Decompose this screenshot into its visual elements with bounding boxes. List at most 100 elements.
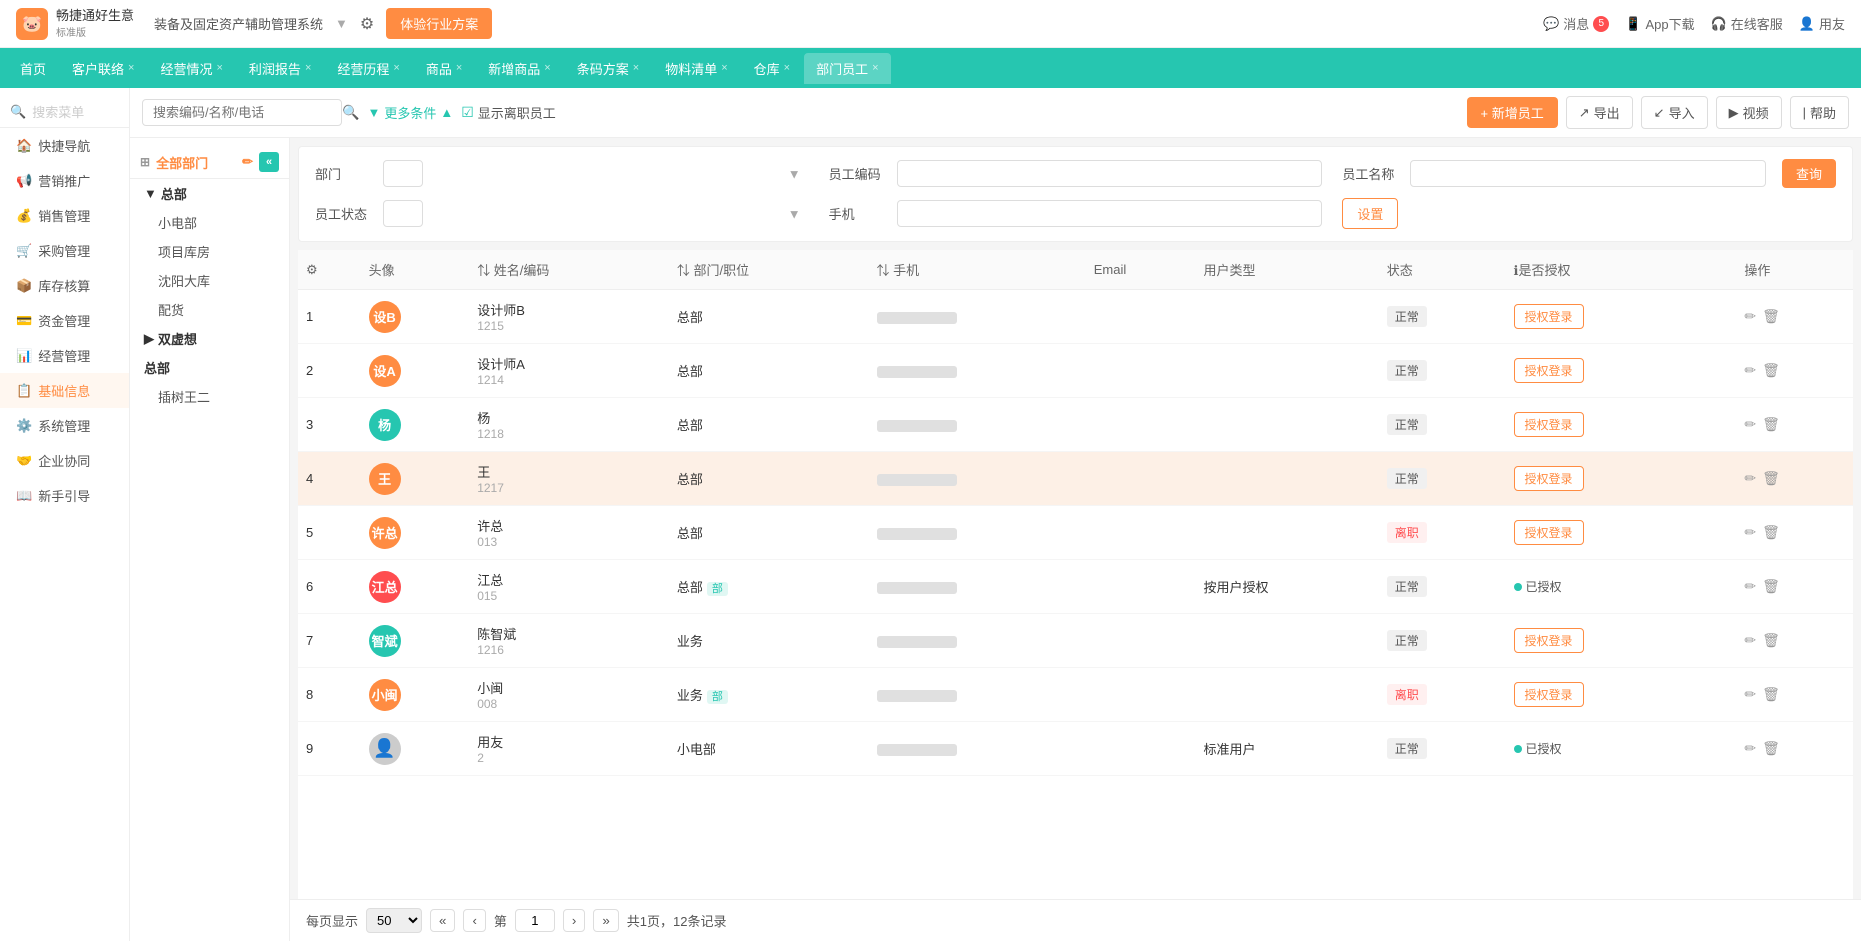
search-input[interactable]: [142, 99, 342, 126]
dept-node-root[interactable]: ▼ 总部: [130, 179, 289, 208]
add-employee-button[interactable]: + 新增员工: [1467, 97, 1558, 128]
edit-button[interactable]: ✏: [1744, 578, 1756, 595]
tab-goods[interactable]: 商品 ×: [414, 53, 474, 84]
tab-barcode[interactable]: 条码方案 ×: [565, 53, 651, 84]
edit-button[interactable]: ✏: [1744, 308, 1756, 325]
edit-button[interactable]: ✏: [1744, 362, 1756, 379]
dept-node-xdb[interactable]: 小电部: [130, 208, 289, 237]
emp-name-input[interactable]: [1410, 160, 1766, 187]
last-page-button[interactable]: »: [593, 909, 618, 932]
row-auth[interactable]: 授权登录: [1506, 614, 1701, 668]
edit-button[interactable]: ✏: [1744, 524, 1756, 541]
row-auth[interactable]: 授权登录: [1506, 668, 1701, 722]
tab-bom[interactable]: 物料清单 ×: [653, 53, 739, 84]
tab-dept-staff[interactable]: 部门员工 ×: [804, 53, 890, 84]
search-button[interactable]: 🔍: [342, 104, 359, 121]
phone-input[interactable]: [897, 200, 1323, 227]
row-auth[interactable]: 授权登录: [1506, 344, 1701, 398]
tab-warehouse[interactable]: 仓库 ×: [742, 53, 802, 84]
tab-close-icon[interactable]: ×: [872, 62, 878, 74]
auth-login-button[interactable]: 授权登录: [1514, 412, 1584, 437]
delete-button[interactable]: 🗑: [1762, 308, 1780, 325]
first-page-button[interactable]: «: [430, 909, 455, 932]
trial-button[interactable]: 体验行业方案: [386, 8, 492, 39]
col-name-code[interactable]: ⇅ 姓名/编码: [469, 250, 669, 290]
help-button[interactable]: | 帮助: [1790, 96, 1849, 129]
edit-button[interactable]: ✏: [1744, 686, 1756, 703]
user-btn[interactable]: 👤 用友: [1799, 14, 1845, 33]
auth-login-button[interactable]: 授权登录: [1514, 628, 1584, 653]
delete-button[interactable]: 🗑: [1762, 632, 1780, 649]
sidebar-item-inventory[interactable]: 📦 库存核算: [0, 268, 129, 303]
import-button[interactable]: ↙ 导入: [1641, 96, 1708, 129]
per-page-select[interactable]: 50 100: [366, 908, 422, 933]
auth-login-button[interactable]: 授权登录: [1514, 466, 1584, 491]
col-dept-pos[interactable]: ⇅ 部门/职位: [669, 250, 869, 290]
next-page-button[interactable]: ›: [563, 909, 585, 932]
collapse-dept-icon[interactable]: «: [259, 152, 279, 172]
tab-profit[interactable]: 利润报告 ×: [237, 53, 323, 84]
sidebar-item-sales[interactable]: 💰 销售管理: [0, 198, 129, 233]
sidebar-item-finance[interactable]: 💳 资金管理: [0, 303, 129, 338]
tab-close-icon[interactable]: ×: [544, 62, 550, 74]
delete-button[interactable]: 🗑: [1762, 686, 1780, 703]
auth-login-button[interactable]: 授权登录: [1514, 682, 1584, 707]
edit-button[interactable]: ✏: [1744, 632, 1756, 649]
edit-button[interactable]: ✏: [1744, 740, 1756, 757]
gear-button[interactable]: ⚙: [360, 14, 374, 34]
auth-login-button[interactable]: 授权登录: [1514, 304, 1584, 329]
filter-more-button[interactable]: ▼ 更多条件 ▲: [367, 103, 453, 122]
delete-button[interactable]: 🗑: [1762, 524, 1780, 541]
tab-operation[interactable]: 经营情况 ×: [148, 53, 234, 84]
tab-close-icon[interactable]: ×: [305, 62, 311, 74]
dept-node-distribution[interactable]: 配货: [130, 295, 289, 324]
edit-button[interactable]: ✏: [1744, 416, 1756, 433]
app-download-btn[interactable]: 📱 App下载: [1625, 14, 1694, 33]
tab-close-icon[interactable]: ×: [393, 62, 399, 74]
sidebar-item-collab[interactable]: 🤝 企业协同: [0, 443, 129, 478]
row-auth[interactable]: 授权登录: [1506, 506, 1701, 560]
emp-code-input[interactable]: [897, 160, 1323, 187]
export-button[interactable]: ↗ 导出: [1566, 96, 1633, 129]
delete-button[interactable]: 🗑: [1762, 416, 1780, 433]
edit-dept-icon[interactable]: ✏: [242, 154, 253, 170]
dept-node-shenyang[interactable]: 沈阳大库: [130, 266, 289, 295]
set-button[interactable]: 设置: [1342, 198, 1398, 229]
tab-close-icon[interactable]: ×: [128, 62, 134, 74]
show-resigned-toggle[interactable]: ☑ 显示离职员工: [461, 103, 556, 122]
tab-customer[interactable]: 客户联络 ×: [60, 53, 146, 84]
delete-button[interactable]: 🗑: [1762, 362, 1780, 379]
auth-login-button[interactable]: 授权登录: [1514, 520, 1584, 545]
sidebar-item-basic-info[interactable]: 📋 基础信息: [0, 373, 129, 408]
row-auth[interactable]: 授权登录: [1506, 398, 1701, 452]
online-service-btn[interactable]: 🎧 在线客服: [1711, 14, 1783, 33]
delete-button[interactable]: 🗑: [1762, 470, 1780, 487]
sidebar-item-purchase[interactable]: 🛒 采购管理: [0, 233, 129, 268]
tab-close-icon[interactable]: ×: [456, 62, 462, 74]
tab-close-icon[interactable]: ×: [633, 62, 639, 74]
tab-close-icon[interactable]: ×: [784, 62, 790, 74]
tab-history[interactable]: 经营历程 ×: [325, 53, 411, 84]
edit-button[interactable]: ✏: [1744, 470, 1756, 487]
dept-node-double[interactable]: ▶ 双虚想: [130, 324, 289, 353]
sidebar-item-system[interactable]: ⚙️ 系统管理: [0, 408, 129, 443]
sidebar-item-guide[interactable]: 📖 新手引导: [0, 478, 129, 513]
col-phone[interactable]: ⇅ 手机: [869, 250, 1086, 290]
row-auth[interactable]: 授权登录: [1506, 452, 1701, 506]
view-button[interactable]: ▶ 视频: [1716, 96, 1782, 129]
tab-close-icon[interactable]: ×: [216, 62, 222, 74]
sidebar-item-shortcuts[interactable]: 🏠 快捷导航: [0, 128, 129, 163]
message-btn[interactable]: 💬 消息 5: [1543, 14, 1609, 33]
page-input[interactable]: [515, 909, 555, 932]
query-button[interactable]: 查询: [1782, 159, 1836, 188]
tab-new-goods[interactable]: 新增商品 ×: [476, 53, 562, 84]
sidebar-item-management[interactable]: 📊 经营管理: [0, 338, 129, 373]
col-settings[interactable]: ⚙: [298, 250, 361, 290]
delete-button[interactable]: 🗑: [1762, 740, 1780, 757]
auth-login-button[interactable]: 授权登录: [1514, 358, 1584, 383]
dept-node-chashuwang[interactable]: 插树王二: [130, 382, 289, 411]
dept-node-hq[interactable]: 总部: [130, 353, 289, 382]
tab-close-icon[interactable]: ×: [721, 62, 727, 74]
dept-select[interactable]: [383, 160, 423, 187]
dept-node-project[interactable]: 项目库房: [130, 237, 289, 266]
